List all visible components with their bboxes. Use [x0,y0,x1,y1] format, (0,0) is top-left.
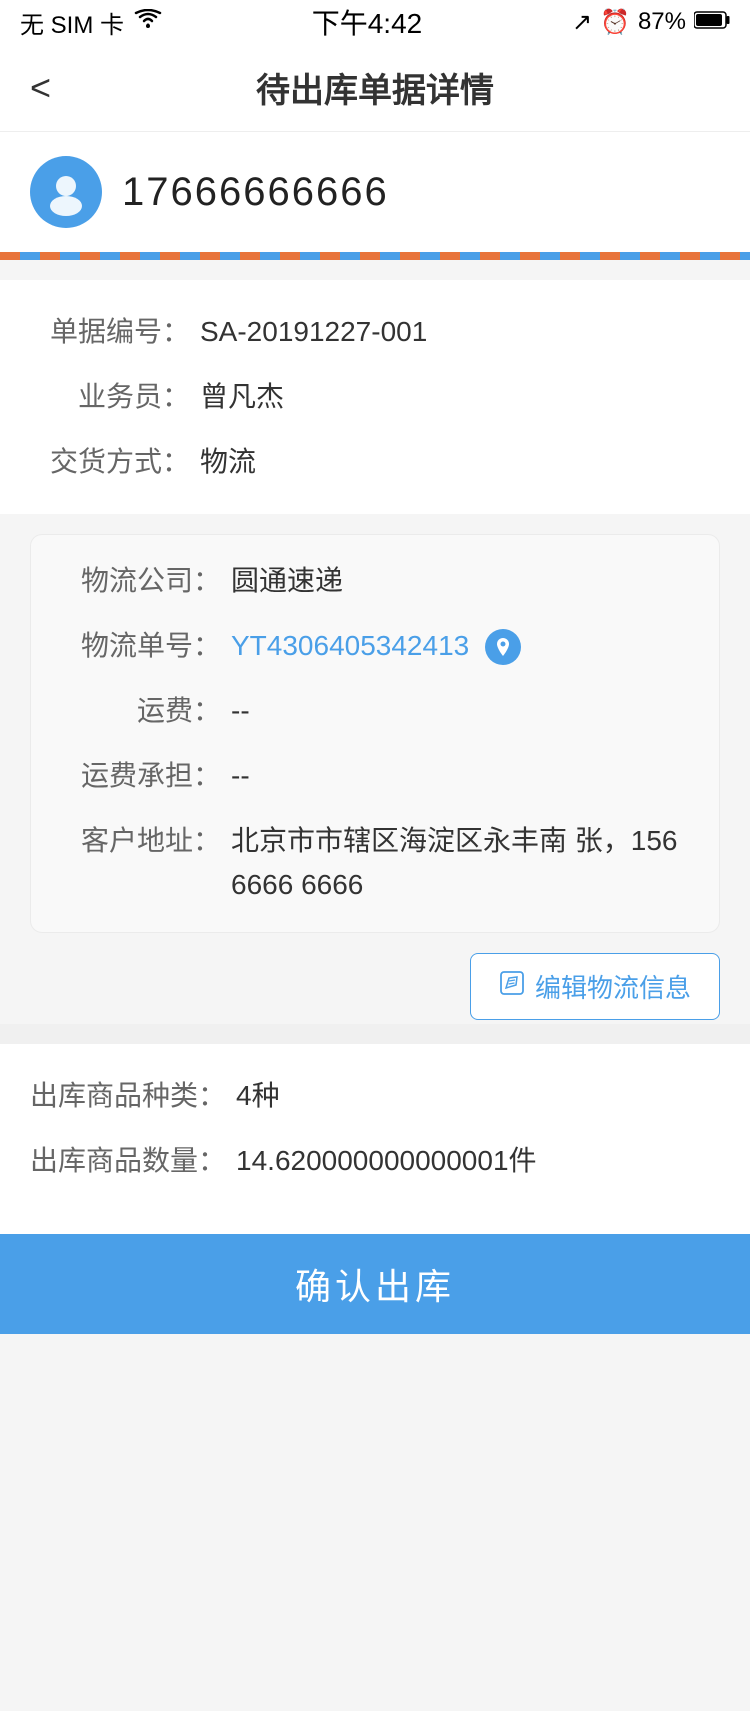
logistics-company-row: 物流公司： 圆通速递 [31,559,719,604]
freight-row: 运费： -- [31,689,719,734]
status-left: 无 SIM 卡 [20,5,162,40]
tracking-row: 物流单号： YT43064053424​13 [31,624,719,669]
freight-value: -- [231,689,689,734]
goods-quantity-value: 14.620000000000001件 [236,1139,720,1184]
basic-info-section: 单据编号： SA-20191227-001 业务员： 曾凡杰 交货方式： 物流 [0,280,750,514]
delivery-row: 交货方式： 物流 [30,440,720,485]
status-time: 下午4:42 [312,2,423,42]
edit-logistics-label: 编辑物流信息 [535,968,691,1005]
avatar [30,156,102,228]
main-content: 17666666666 单据编号： SA-20191227-001 业务员： 曾… [0,132,750,1711]
freight-label: 运费： [61,689,221,734]
freight-bearer-label: 运费承担： [61,754,221,799]
doc-number-label: 单据编号： [30,310,190,355]
doc-number-value: SA-20191227-001 [200,310,720,355]
carrier-label: 无 SIM 卡 [20,5,124,40]
section-separator [0,1024,750,1044]
battery-label: 87% [638,8,686,36]
logistics-company-label: 物流公司： [61,559,221,604]
tracking-label: 物流单号： [61,624,221,669]
nav-bar: < 待出库单据详情 [0,44,750,132]
edit-icon [499,970,525,1003]
wifi-icon [134,8,162,36]
freight-bearer-row: 运费承担： -- [31,754,719,799]
user-phone: 17666666666 [122,170,389,215]
goods-types-row: 出库商品种类： 4种 [30,1074,720,1119]
tracking-number: YT43064053424​13 [231,624,469,669]
page-title: 待出库单据详情 [256,63,494,112]
status-right: ↗ ⏰ 87% [572,8,730,37]
salesman-label: 业务员： [30,375,190,420]
confirm-button-label: 确认出库 [295,1258,455,1310]
goods-section: 出库商品种类： 4种 出库商品数量： 14.620000000000001件 [0,1044,750,1214]
location-status-icon: ↗ [572,8,592,37]
goods-types-value: 4种 [236,1074,720,1119]
delivery-value: 物流 [200,440,720,485]
address-row: 客户地址： 北京市市辖区海淀区永丰南 张，156 6666 6666 [31,819,719,909]
map-location-icon[interactable] [485,629,521,665]
user-header: 17666666666 [0,132,750,252]
logistics-card: 物流公司： 圆通速递 物流单号： YT43064053424​13 运费： --… [30,534,720,933]
alarm-icon: ⏰ [600,8,630,37]
freight-bearer-value: -- [231,754,689,799]
edit-logistics-container: 编辑物流信息 [0,953,750,1020]
salesman-value: 曾凡杰 [200,375,720,420]
confirm-bar[interactable]: 确认出库 [0,1234,750,1334]
edit-logistics-button[interactable]: 编辑物流信息 [470,953,720,1020]
goods-types-label: 出库商品种类： [30,1074,226,1119]
tracking-value-row: YT43064053424​13 [231,624,689,669]
dashed-divider [0,252,750,260]
battery-icon [694,8,730,36]
delivery-label: 交货方式： [30,440,190,485]
logistics-company-value: 圆通速递 [231,559,689,604]
doc-number-row: 单据编号： SA-20191227-001 [30,310,720,355]
goods-quantity-label: 出库商品数量： [30,1139,226,1184]
salesman-row: 业务员： 曾凡杰 [30,375,720,420]
back-button[interactable]: < [30,67,51,109]
address-value: 北京市市辖区海淀区永丰南 张，156 6666 6666 [231,819,689,909]
goods-quantity-row: 出库商品数量： 14.620000000000001件 [30,1139,720,1184]
empty-area [0,1311,750,1591]
status-bar: 无 SIM 卡 下午4:42 ↗ ⏰ 87% [0,0,750,44]
address-label: 客户地址： [61,819,221,864]
